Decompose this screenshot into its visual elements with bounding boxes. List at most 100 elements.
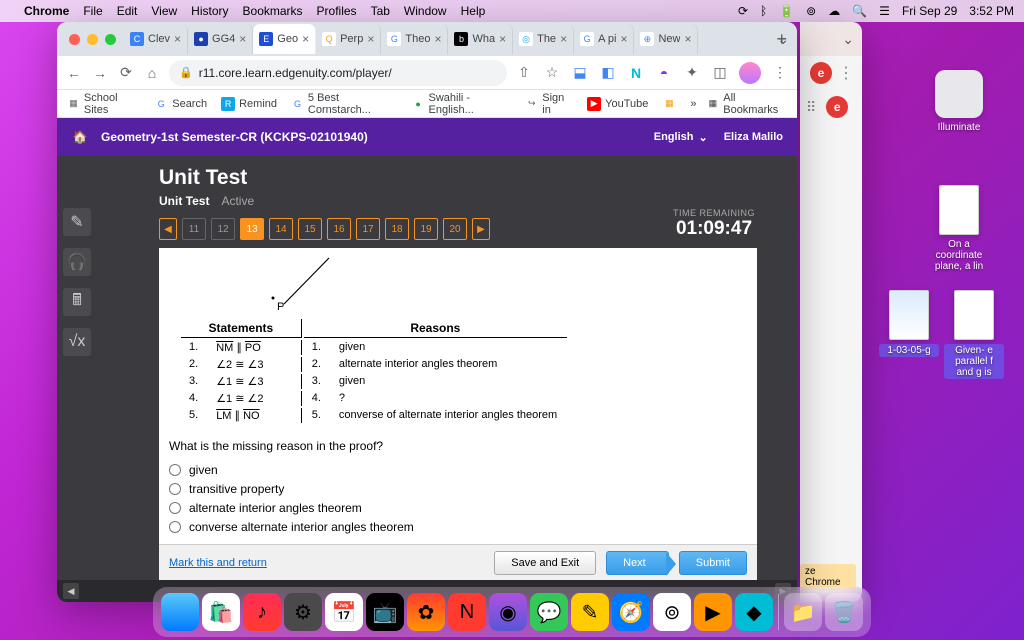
menu-bookmarks[interactable]: Bookmarks (243, 4, 303, 18)
browser-tab[interactable]: QPerp× (316, 24, 381, 54)
browser-tab[interactable]: GA pi× (574, 24, 634, 54)
menu-window[interactable]: Window (404, 4, 447, 18)
menu-date[interactable]: Fri Sep 29 (902, 4, 957, 18)
close-tab-icon[interactable]: × (239, 32, 246, 46)
close-window-button[interactable] (69, 34, 80, 45)
desktop-file-dated[interactable]: 1-03-05-g (879, 290, 939, 357)
close-tab-icon[interactable]: × (620, 32, 627, 46)
question-number[interactable]: 20 (443, 218, 467, 240)
extension-icon-2[interactable]: ◧ (599, 64, 617, 82)
question-number[interactable]: 15 (298, 218, 322, 240)
submit-button[interactable]: Submit (679, 551, 747, 575)
apps-icon[interactable]: ⠿ (806, 99, 816, 116)
dock-app[interactable]: 🛍️ (202, 593, 240, 631)
menu-time[interactable]: 3:52 PM (969, 4, 1014, 18)
dock-music[interactable]: ♪ (243, 593, 281, 631)
side-panel-icon[interactable]: ◫ (711, 64, 729, 82)
spotlight-icon[interactable]: 🔍 (852, 4, 867, 18)
address-bar[interactable]: 🔒 r11.core.learn.edgenuity.com/player/ (169, 60, 507, 86)
menu-file[interactable]: File (83, 4, 102, 18)
extension-icon-4[interactable]: ◓ (655, 64, 673, 82)
bookmark-item[interactable]: G5 Best Cornstarch... (291, 92, 398, 116)
next-question-button[interactable]: ▶ (472, 218, 490, 240)
control-center-icon[interactable]: ☰ (879, 4, 890, 18)
home-button[interactable]: ⌂ (143, 64, 161, 82)
background-chrome-window[interactable]: ⌄ e ⋮ ⠿ e ze Chrome (800, 22, 862, 602)
profile-avatar[interactable] (739, 62, 761, 84)
bookmark-item[interactable]: RRemind (221, 97, 277, 111)
forward-button[interactable]: → (91, 64, 109, 82)
calculator-tool-icon[interactable]: 🖩 (63, 288, 91, 316)
dock-trash[interactable]: 🗑️ (825, 593, 863, 631)
browser-tab[interactable]: ◎The× (513, 24, 574, 54)
user-name[interactable]: Eliza Malilo (724, 131, 783, 143)
share-icon[interactable]: ⇧ (515, 64, 533, 82)
extensions-icon[interactable]: ✦ (683, 64, 701, 82)
question-number[interactable]: 13 (240, 218, 264, 240)
close-tab-icon[interactable]: × (499, 32, 506, 46)
language-selector[interactable]: English ⌄ (654, 131, 708, 144)
radio-input[interactable] (169, 483, 181, 495)
close-tab-icon[interactable]: × (174, 32, 181, 46)
extension-icon-3[interactable]: N (627, 64, 645, 82)
browser-tab[interactable]: EGeo× (253, 24, 316, 54)
radio-input[interactable] (169, 521, 181, 533)
close-tab-icon[interactable]: × (560, 32, 567, 46)
tab-overflow-button[interactable]: ⌄ (777, 31, 789, 48)
answer-option[interactable]: given (169, 463, 747, 477)
dock-chrome[interactable]: ⊚ (653, 593, 691, 631)
star-icon[interactable]: ☆ (543, 64, 561, 82)
desktop-file-coord[interactable]: On a coordinate plane, a lin (924, 185, 994, 272)
prev-question-button[interactable]: ◀ (159, 218, 177, 240)
all-bookmarks-button[interactable]: ▦ All Bookmarks (707, 92, 787, 116)
browser-tab[interactable]: bWha× (448, 24, 513, 54)
save-exit-button[interactable]: Save and Exit (494, 551, 596, 575)
prev-activity-button[interactable]: ◀ (63, 583, 79, 599)
formula-tool-icon[interactable]: √x (63, 328, 91, 356)
desktop-file-given[interactable]: Given- e parallel f and g is (944, 290, 1004, 379)
desktop-app-illuminate[interactable]: Illuminate (924, 70, 994, 133)
dock-news[interactable]: N (448, 593, 486, 631)
next-button[interactable]: Next (606, 551, 669, 575)
question-number[interactable]: 16 (327, 218, 351, 240)
bluetooth-icon[interactable]: ᛒ (760, 4, 767, 18)
answer-option[interactable]: converse alternate interior angles theor… (169, 520, 747, 534)
dock-calendar[interactable]: 📅 (325, 593, 363, 631)
dock-podcast[interactable]: ◉ (489, 593, 527, 631)
dock-photos[interactable]: ✿ (407, 593, 445, 631)
dock-safari[interactable]: 🧭 (612, 593, 650, 631)
bookmark-item[interactable]: ↪Sign in (525, 92, 573, 116)
dock-tv[interactable]: 📺 (366, 593, 404, 631)
chrome-menu-icon[interactable]: ⋮ (771, 64, 789, 82)
question-number[interactable]: 19 (414, 218, 438, 240)
radio-input[interactable] (169, 464, 181, 476)
bookmark-item[interactable]: ●Swahili - English... (412, 92, 512, 116)
dock-downloads[interactable]: 📁 (784, 593, 822, 631)
search-icon[interactable]: ☁ (828, 4, 840, 18)
chevron-down-icon[interactable]: ⌄ (842, 31, 854, 48)
mark-return-link[interactable]: Mark this and return (169, 557, 267, 569)
question-number[interactable]: 17 (356, 218, 380, 240)
bookmarks-overflow-icon[interactable]: » (690, 98, 696, 110)
reload-button[interactable]: ⟳ (117, 64, 135, 82)
bookmark-item[interactable]: ▶YouTube (587, 97, 648, 111)
dock-app3[interactable]: ◆ (735, 593, 773, 631)
minimize-window-button[interactable] (87, 34, 98, 45)
maximize-window-button[interactable] (105, 34, 116, 45)
dock-notes[interactable]: ✎ (571, 593, 609, 631)
menu-tab[interactable]: Tab (371, 4, 390, 18)
browser-tab[interactable]: CClev× (124, 24, 188, 54)
radio-input[interactable] (169, 502, 181, 514)
extension-icon[interactable]: ⬓ (571, 64, 589, 82)
battery-icon[interactable]: 🔋 (779, 4, 794, 18)
question-number[interactable]: 18 (385, 218, 409, 240)
back-button[interactable]: ← (65, 64, 83, 82)
bookmark-item[interactable]: ▦School Sites (67, 92, 140, 116)
profile-badge-2[interactable]: e (826, 96, 848, 118)
bookmark-item[interactable]: GSearch (154, 97, 207, 111)
pencil-tool-icon[interactable]: ✎ (63, 208, 91, 236)
answer-option[interactable]: transitive property (169, 482, 747, 496)
close-tab-icon[interactable]: × (684, 32, 691, 46)
close-tab-icon[interactable]: × (302, 32, 309, 46)
dock-finder[interactable] (161, 593, 199, 631)
